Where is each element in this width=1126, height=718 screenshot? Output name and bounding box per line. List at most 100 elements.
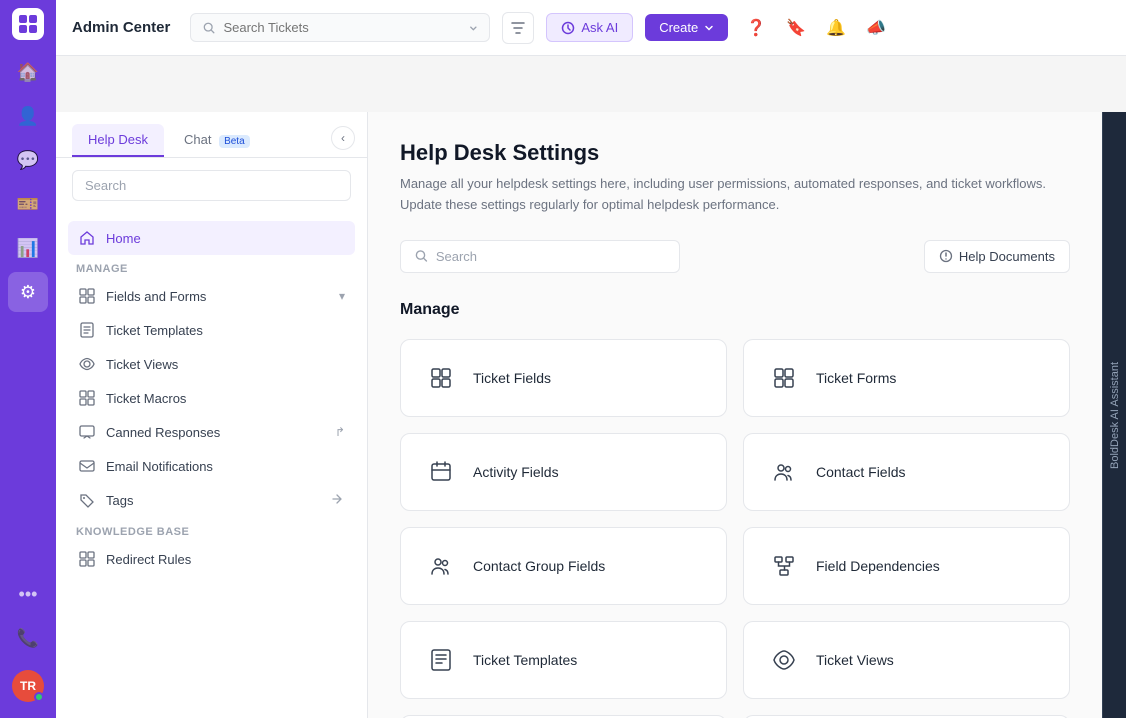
card-field-dependencies[interactable]: Field Dependencies <box>743 527 1070 605</box>
page-title: Help Desk Settings <box>400 140 1070 166</box>
card-ticket-macros[interactable]: Ticket Macros <box>400 715 727 718</box>
notification-icon[interactable]: 🔔 <box>820 12 852 44</box>
activity-fields-label: Activity Fields <box>473 464 559 480</box>
sidebar: Help Desk Chat Beta ‹ Home MANAGE <box>56 112 368 718</box>
help-icon[interactable]: ❓ <box>740 12 772 44</box>
top-bar: Admin Center Ask AI Create ❓ 🔖 🔔 📣 <box>56 0 1126 56</box>
chat-beta-badge: Beta <box>219 135 250 148</box>
ticket-views-card-label: Ticket Views <box>816 652 894 668</box>
nav-chat-icon[interactable]: 💬 <box>8 140 48 180</box>
content-search-row: Help Documents <box>400 240 1070 273</box>
ticket-templates-card-icon <box>423 642 459 678</box>
main-content: Help Desk Settings Manage all your helpd… <box>368 112 1102 718</box>
top-search-input[interactable] <box>223 20 460 35</box>
ai-assistant-panel[interactable]: BoldDesk AI Assistant <box>1102 112 1126 718</box>
manage-section-label: MANAGE <box>68 255 355 279</box>
nav-contacts-icon[interactable]: 👤 <box>8 96 48 136</box>
ticket-views-icon <box>78 355 96 373</box>
search-icon <box>415 249 428 263</box>
ticket-macros-icon <box>78 389 96 407</box>
card-contact-group-fields[interactable]: Contact Group Fields <box>400 527 727 605</box>
card-ticket-views[interactable]: Ticket Views <box>743 621 1070 699</box>
main-layout: Help Desk Chat Beta ‹ Home MANAGE <box>56 56 1126 718</box>
sidebar-item-fields-forms[interactable]: Fields and Forms ▾ <box>68 279 355 313</box>
filter-button[interactable] <box>502 12 534 44</box>
sidebar-search-input[interactable] <box>72 170 351 201</box>
tags-extra-icon <box>329 491 345 510</box>
content-search-bar[interactable] <box>400 240 680 273</box>
nav-more-icon[interactable]: ••• <box>8 574 48 614</box>
card-canned-responses[interactable]: Canned Responses <box>743 715 1070 718</box>
ai-assistant-label: BoldDesk AI Assistant <box>1105 350 1125 481</box>
sidebar-item-email-notifications[interactable]: Email Notifications <box>68 449 355 483</box>
sidebar-item-canned-responses[interactable]: Canned Responses ↱ <box>68 415 355 449</box>
search-icon <box>203 21 215 35</box>
app-title: Admin Center <box>72 19 170 36</box>
card-activity-fields[interactable]: Activity Fields <box>400 433 727 511</box>
help-documents-button[interactable]: Help Documents <box>924 240 1070 273</box>
card-ticket-fields[interactable]: Ticket Fields <box>400 339 727 417</box>
bookmark-icon[interactable]: 🔖 <box>780 12 812 44</box>
tab-helpdesk[interactable]: Help Desk <box>72 124 164 157</box>
nav-settings-icon[interactable]: ⚙ <box>8 272 48 312</box>
card-ticket-forms[interactable]: Ticket Forms <box>743 339 1070 417</box>
cursor-indicator: ↱ <box>335 425 345 439</box>
ask-ai-button[interactable]: Ask AI <box>546 13 633 42</box>
chevron-down-icon <box>704 23 714 33</box>
sidebar-item-ticket-templates[interactable]: Ticket Templates <box>68 313 355 347</box>
sidebar-tabs: Help Desk Chat Beta <box>72 124 351 157</box>
tags-icon <box>78 492 96 510</box>
nav-phone-icon[interactable]: 📞 <box>8 618 48 658</box>
sidebar-item-ticket-views[interactable]: Ticket Views <box>68 347 355 381</box>
sidebar-item-ticket-macros[interactable]: Ticket Macros <box>68 381 355 415</box>
ai-icon <box>561 21 575 35</box>
contact-fields-label: Contact Fields <box>816 464 905 480</box>
redirect-rules-icon <box>78 550 96 568</box>
field-dependencies-icon <box>766 548 802 584</box>
nav-reports-icon[interactable]: 📊 <box>8 228 48 268</box>
icon-bar: 🏠 👤 💬 🎫 📊 ⚙ ••• 📞 TR <box>0 0 56 718</box>
help-docs-icon <box>939 249 953 263</box>
card-ticket-templates[interactable]: Ticket Templates <box>400 621 727 699</box>
online-indicator <box>34 692 44 702</box>
sidebar-item-tags[interactable]: Tags <box>68 483 355 518</box>
field-dependencies-label: Field Dependencies <box>816 558 940 574</box>
sidebar-item-home[interactable]: Home <box>68 221 355 255</box>
ticket-views-card-icon <box>766 642 802 678</box>
canned-responses-icon <box>78 423 96 441</box>
dropdown-icon <box>469 23 478 33</box>
contact-group-fields-icon <box>423 548 459 584</box>
contact-group-fields-label: Contact Group Fields <box>473 558 605 574</box>
fields-forms-icon <box>78 287 96 305</box>
page-description: Manage all your helpdesk settings here, … <box>400 174 1070 216</box>
home-icon <box>78 229 96 247</box>
ticket-fields-label: Ticket Fields <box>473 370 551 386</box>
nav-tickets-icon[interactable]: 🎫 <box>8 184 48 224</box>
email-notifications-icon <box>78 457 96 475</box>
contact-fields-icon <box>766 454 802 490</box>
tab-chat[interactable]: Chat Beta <box>168 124 266 157</box>
sidebar-item-redirect-rules[interactable]: Redirect Rules <box>68 542 355 576</box>
ticket-forms-label: Ticket Forms <box>816 370 896 386</box>
chevron-down-icon: ▾ <box>339 289 345 303</box>
filter-icon <box>511 21 525 35</box>
cards-grid: Ticket Fields Ticket Forms Activity Fiel… <box>400 339 1070 718</box>
nav-home-icon[interactable]: 🏠 <box>8 52 48 92</box>
ticket-fields-icon <box>423 360 459 396</box>
announcement-icon[interactable]: 📣 <box>860 12 892 44</box>
app-logo <box>12 8 44 40</box>
sidebar-nav: Home MANAGE Fields and Forms ▾ Ticket Te… <box>56 213 367 718</box>
sidebar-search-container <box>56 158 367 213</box>
ticket-templates-icon <box>78 321 96 339</box>
ticket-templates-card-label: Ticket Templates <box>473 652 577 668</box>
sidebar-collapse-button[interactable]: ‹ <box>331 126 355 150</box>
create-button[interactable]: Create <box>645 14 728 41</box>
activity-fields-icon <box>423 454 459 490</box>
knowledge-base-section-label: KNOWLEDGE BASE <box>68 518 355 542</box>
card-contact-fields[interactable]: Contact Fields <box>743 433 1070 511</box>
top-bar-actions: ❓ 🔖 🔔 📣 <box>740 12 892 44</box>
content-search-input[interactable] <box>436 249 665 264</box>
user-avatar[interactable]: TR <box>12 670 44 702</box>
top-search-bar[interactable] <box>190 13 490 42</box>
manage-section-title: Manage <box>400 301 1070 319</box>
